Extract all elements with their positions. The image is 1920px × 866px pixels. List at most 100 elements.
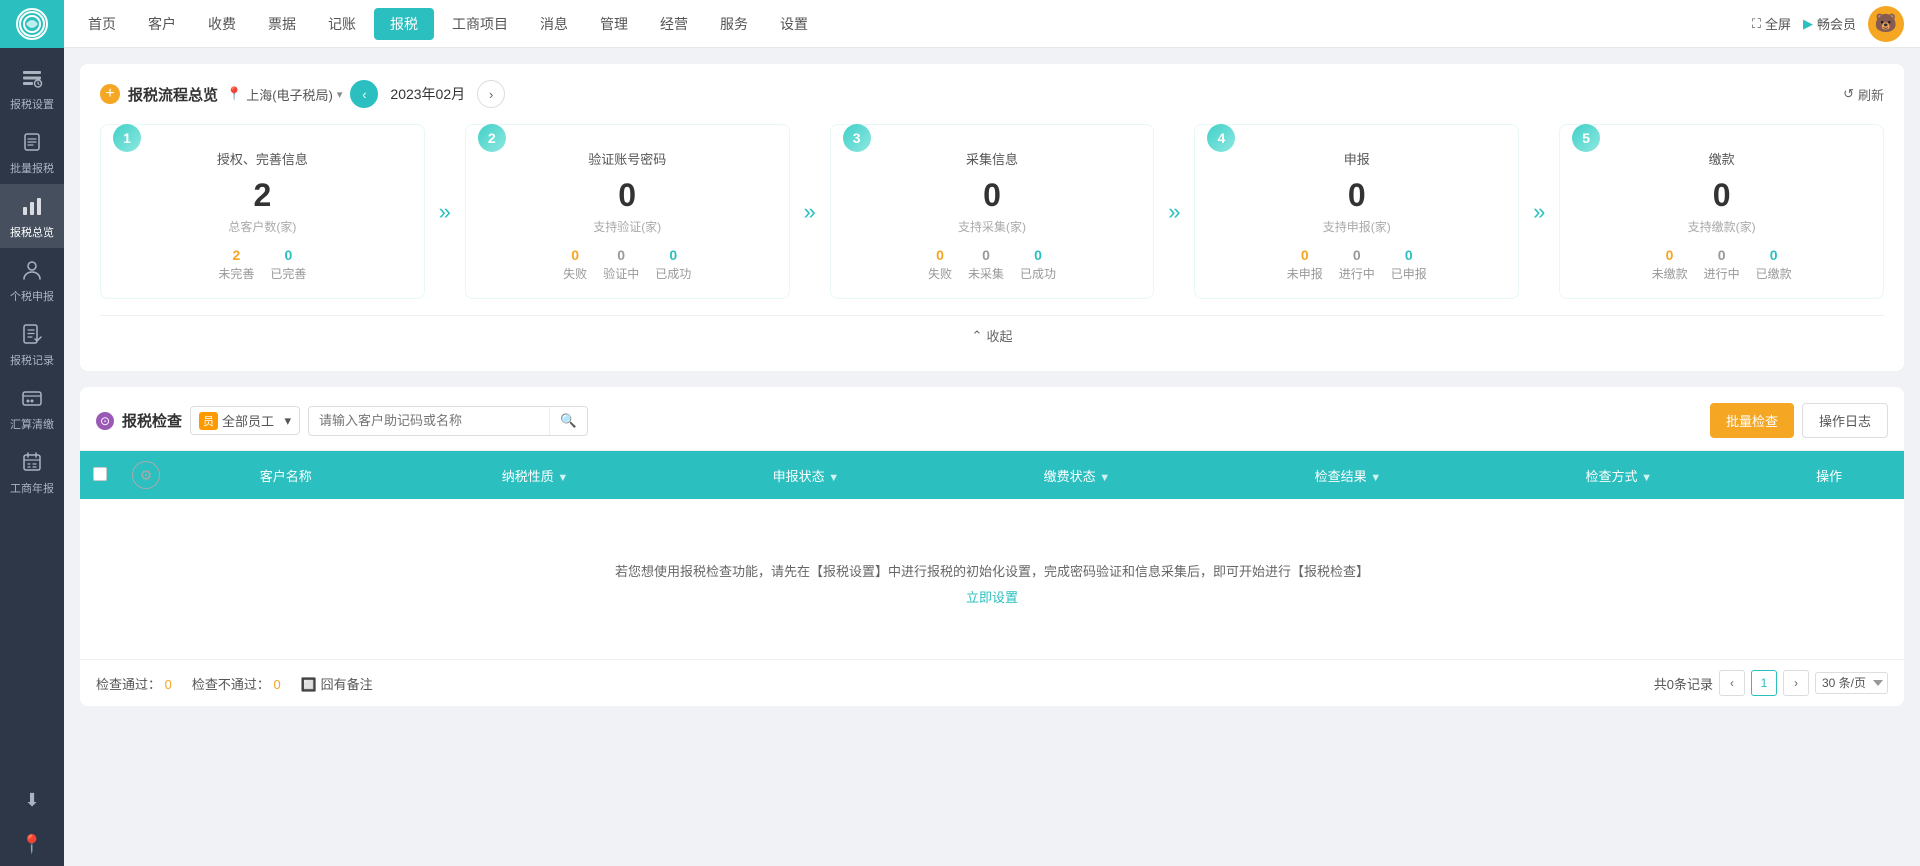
fullscreen-icon: ⛶ — [1752, 16, 1761, 32]
batch-tax-icon — [18, 128, 46, 156]
personal-filing-icon — [18, 256, 46, 284]
fullscreen-label: 全屏 — [1765, 14, 1791, 33]
staff-chevron-icon: ▾ — [284, 413, 291, 429]
flow-title: 报税流程总览 — [128, 84, 218, 105]
flow-location[interactable]: 📍 上海(电子税局) ▾ — [226, 85, 342, 104]
staff-selector[interactable]: 员 全部员工 ▾ — [190, 406, 300, 435]
sidebar-bottom: ⬇ 📍 — [0, 778, 64, 866]
sidebar-item-batch-tax[interactable]: 批量报税 — [0, 120, 64, 184]
tax-check-card: ⊙ 报税检查 员 全部员工 ▾ 🔍 批量检查 操作日志 — [80, 387, 1904, 706]
pagination: 共0条记录 ‹ 1 › 30 条/页 — [1654, 670, 1888, 696]
step-big-num-2: 0 — [482, 176, 773, 214]
pass-count[interactable]: 0 — [165, 677, 172, 692]
stat-label-4-0: 未申报 — [1287, 265, 1323, 282]
sidebar-item-tax-settings[interactable]: 报税设置 — [0, 56, 64, 120]
setting-link[interactable]: 立即设置 — [966, 590, 1018, 605]
stat-label-2-1: 验证中 — [603, 265, 639, 282]
fullscreen-btn[interactable]: ⛶ 全屏 — [1752, 14, 1791, 33]
fail-count[interactable]: 0 — [274, 677, 281, 692]
collapse-bar[interactable]: ⌃ 收起 — [100, 315, 1884, 355]
step-card-2: 2 验证账号密码 0 支持验证(家) 0 失败 0 验证中 0 已成功 — [465, 124, 790, 299]
stat-5-0: 0 未缴款 — [1652, 247, 1688, 282]
col-customer-name: 客户名称 — [172, 451, 400, 499]
step-sub-3: 支持采集(家) — [847, 218, 1138, 235]
stat-num-3-2: 0 — [1034, 247, 1042, 263]
next-page-btn[interactable]: › — [1783, 670, 1809, 696]
sidebar-item-tax-record[interactable]: 报税记录 — [0, 312, 64, 376]
stat-label-3-1: 未采集 — [968, 265, 1004, 282]
sidebar-item-location[interactable]: 📍 — [0, 822, 64, 866]
sidebar-item-download[interactable]: ⬇ — [0, 778, 64, 822]
step-arrow-1-2: » — [425, 124, 465, 299]
current-month: 2023年02月 — [390, 84, 465, 104]
sidebar-item-settlement[interactable]: 汇算清缴 — [0, 376, 64, 440]
refresh-button[interactable]: ↺ 刷新 — [1843, 85, 1884, 104]
filter-tax-type-icon[interactable]: ▼ — [557, 472, 568, 484]
col-check-method: 检查方式 ▼ — [1483, 451, 1754, 499]
step-sub-5: 支持缴款(家) — [1576, 218, 1867, 235]
stat-2-2: 0 已成功 — [655, 247, 691, 282]
step-arrow-4-5: » — [1519, 124, 1559, 299]
stat-label-5-0: 未缴款 — [1652, 265, 1688, 282]
per-page-selector[interactable]: 30 条/页 — [1815, 672, 1888, 694]
logo-icon — [16, 8, 48, 40]
select-all-checkbox[interactable] — [93, 467, 107, 481]
search-button[interactable]: 🔍 — [549, 407, 587, 435]
step-stats-5: 0 未缴款 0 进行中 0 已缴款 — [1576, 247, 1867, 282]
stat-2-1: 0 验证中 — [603, 247, 639, 282]
arrow-double-icon: » — [439, 199, 451, 225]
sidebar-item-tax-overview[interactable]: 报税总览 — [0, 184, 64, 248]
filter-check-result-icon[interactable]: ▼ — [1370, 472, 1381, 484]
avatar[interactable]: 🐻 — [1868, 6, 1904, 42]
stat-num-1-0: 2 — [232, 247, 240, 263]
search-input[interactable] — [309, 407, 549, 434]
member-btn[interactable]: ▶ 畅会员 — [1803, 14, 1856, 33]
tax-settings-icon — [18, 64, 46, 92]
table-footer: 检查通过： 0 检查不通过： 0 🔲 囧有备注 共0条记录 ‹ 1 › 30 条… — [80, 659, 1904, 706]
nav-service[interactable]: 服务 — [704, 0, 764, 47]
stat-label-2-2: 已成功 — [655, 265, 691, 282]
nav-home[interactable]: 首页 — [72, 0, 132, 47]
check-header: ⊙ 报税检查 员 全部员工 ▾ 🔍 批量检查 操作日志 — [80, 387, 1904, 451]
nav-manage[interactable]: 管理 — [584, 0, 644, 47]
sidebar-item-annual-report[interactable]: 工商年报 — [0, 440, 64, 504]
nav-tax[interactable]: 报税 — [374, 8, 434, 40]
sidebar-item-personal-filing[interactable]: 个税申报 — [0, 248, 64, 312]
nav-settings[interactable]: 设置 — [764, 0, 824, 47]
filter-payment-status-icon[interactable]: ▼ — [1099, 472, 1110, 484]
nav-accounting[interactable]: 记账 — [312, 0, 372, 47]
staff-label: 全部员工 — [222, 411, 274, 430]
staff-icon: 员 — [199, 412, 218, 430]
prev-month-btn[interactable]: ‹ — [350, 80, 378, 108]
stat-4-0: 0 未申报 — [1287, 247, 1323, 282]
step-title-3: 采集信息 — [847, 149, 1138, 168]
stat-1-1: 0 已完善 — [270, 247, 306, 282]
step-arrow-2-3: » — [790, 124, 830, 299]
play-icon: ▶ — [1803, 16, 1813, 32]
nav-business[interactable]: 工商项目 — [436, 0, 524, 47]
operation-log-button[interactable]: 操作日志 — [1802, 403, 1888, 438]
note-label: 囧有备注 — [321, 677, 373, 692]
stat-num-2-2: 0 — [669, 247, 677, 263]
footer-pass-stat: 检查通过： 0 — [96, 674, 172, 693]
filter-check-method-icon[interactable]: ▼ — [1641, 472, 1652, 484]
nav-invoice[interactable]: 票据 — [252, 0, 312, 47]
col-filing-status: 申报状态 ▼ — [670, 451, 941, 499]
filter-filing-status-icon[interactable]: ▼ — [828, 472, 839, 484]
steps-row: 1 授权、完善信息 2 总客户数(家) 2 未完善 0 已完善 » — [100, 124, 1884, 299]
step-sub-1: 总客户数(家) — [117, 218, 408, 235]
check-table: ⚙ 客户名称 纳税性质 ▼ 申报状态 ▼ — [80, 451, 1904, 499]
check-title: 报税检查 — [122, 410, 182, 431]
table-gear-icon[interactable]: ⚙ — [132, 461, 160, 489]
nav-fee[interactable]: 收费 — [192, 0, 252, 47]
nav-customer[interactable]: 客户 — [132, 0, 192, 47]
step-title-2: 验证账号密码 — [482, 149, 773, 168]
step-num-5: 5 — [1572, 124, 1600, 152]
next-month-btn[interactable]: › — [477, 80, 505, 108]
nav-message[interactable]: 消息 — [524, 0, 584, 47]
sidebar-label-settlement: 汇算清缴 — [10, 416, 54, 432]
batch-check-button[interactable]: 批量检查 — [1710, 403, 1794, 438]
col-check-result: 检查结果 ▼ — [1212, 451, 1483, 499]
nav-operation[interactable]: 经营 — [644, 0, 704, 47]
prev-page-btn[interactable]: ‹ — [1719, 670, 1745, 696]
